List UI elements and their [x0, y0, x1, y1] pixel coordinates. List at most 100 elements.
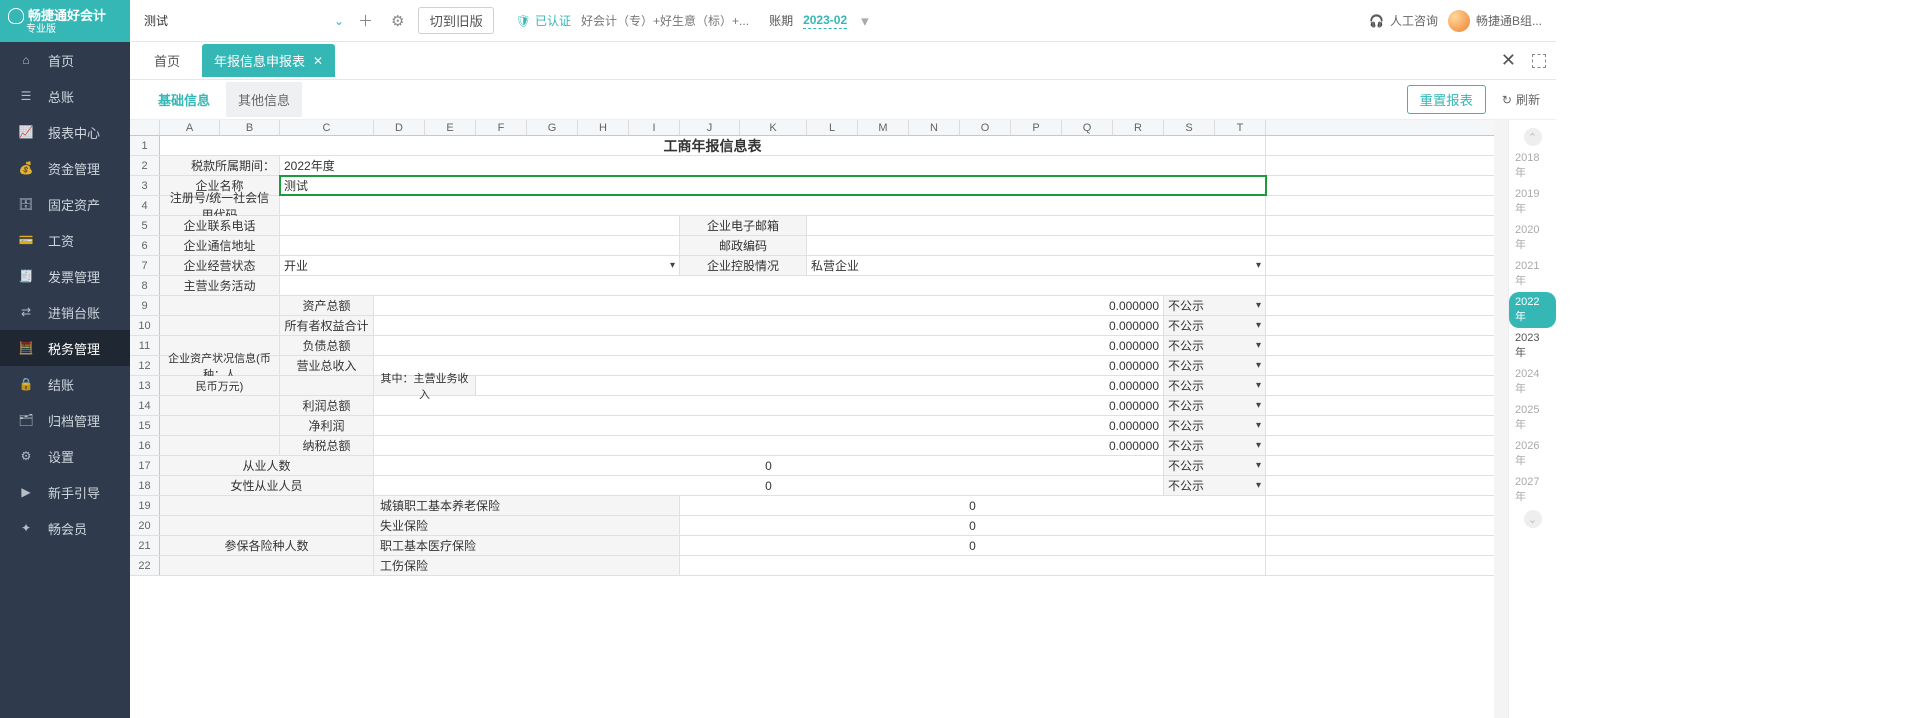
email-label: 企业电子邮箱: [680, 216, 807, 235]
period-dropdown-icon[interactable]: ▾: [857, 8, 873, 34]
metric-value-input[interactable]: 0.000000: [374, 416, 1164, 435]
reg-no-input[interactable]: [280, 196, 1266, 215]
publicity-select[interactable]: 不公示: [1164, 356, 1266, 375]
org-selector[interactable]: 测试 ⌄: [144, 12, 344, 29]
year-up-icon[interactable]: ⌃: [1524, 128, 1542, 146]
row-number: 9: [130, 296, 160, 315]
metric-value-input[interactable]: 0.000000: [374, 436, 1164, 455]
metric-label: 净利润: [280, 416, 374, 435]
insurance-label: 工伤保险: [374, 556, 680, 575]
publicity-select[interactable]: 不公示: [1164, 296, 1266, 315]
publicity-select[interactable]: 不公示: [1164, 376, 1266, 395]
year-chip[interactable]: 2022年: [1509, 292, 1556, 328]
op-status-label: 企业经营状态: [160, 256, 280, 275]
period-value[interactable]: 2023-02: [803, 13, 847, 29]
sidebar-item-inout[interactable]: ⇄进销台账: [0, 294, 130, 330]
insurance-group-label: [160, 556, 374, 575]
publicity-select[interactable]: 不公示: [1164, 476, 1266, 495]
close-tab-icon[interactable]: ✕: [313, 54, 323, 68]
sidebar-item-invoice[interactable]: 🧾发票管理: [0, 258, 130, 294]
asset-group-label: [160, 416, 280, 435]
insurance-value-input[interactable]: 0: [680, 516, 1266, 535]
sidebar-item-archive[interactable]: 🗂归档管理: [0, 402, 130, 438]
holding-select[interactable]: 私营企业: [807, 256, 1266, 275]
row-number: 15: [130, 416, 160, 435]
year-chip[interactable]: 2023年: [1509, 328, 1556, 364]
sidebar-item-label: 进销台账: [48, 303, 100, 322]
insurance-group-label: [160, 496, 374, 515]
tab-home[interactable]: 首页: [142, 44, 192, 77]
sidebar-item-salary[interactable]: 💳工资: [0, 222, 130, 258]
metric-value-input[interactable]: 0.000000: [374, 296, 1164, 315]
sidebar-item-fund[interactable]: 💰资金管理: [0, 150, 130, 186]
sidebar-item-label: 归档管理: [48, 411, 100, 430]
insurance-value-input[interactable]: 0: [680, 536, 1266, 555]
sidebar-item-guide[interactable]: ▶新手引导: [0, 474, 130, 510]
subtab-basic[interactable]: 基础信息: [146, 82, 222, 117]
metric-value-input[interactable]: 0.000000: [374, 316, 1164, 335]
publicity-select[interactable]: 不公示: [1164, 416, 1266, 435]
asset-group-label: 企业资产状况信息(币种：人: [160, 356, 280, 375]
op-status-select[interactable]: 开业: [280, 256, 680, 275]
row-number: 22: [130, 556, 160, 575]
vertical-scrollbar[interactable]: [1494, 120, 1508, 718]
reset-report-button[interactable]: 重置报表: [1407, 85, 1486, 114]
year-chip[interactable]: 2020年: [1509, 220, 1556, 256]
company-name-input[interactable]: 测试: [280, 176, 1266, 195]
year-chip[interactable]: 2018年: [1509, 148, 1556, 184]
refresh-button[interactable]: ↻ 刷新: [1502, 91, 1540, 108]
publicity-select[interactable]: 不公示: [1164, 436, 1266, 455]
year-chip[interactable]: 2026年: [1509, 436, 1556, 472]
employee-input[interactable]: 0: [374, 456, 1164, 475]
metric-value-input[interactable]: 0.000000: [374, 356, 1164, 375]
metric-value-input[interactable]: 0.000000: [374, 336, 1164, 355]
publicity-select[interactable]: 不公示: [1164, 456, 1266, 475]
publicity-select[interactable]: 不公示: [1164, 316, 1266, 335]
publicity-select[interactable]: 不公示: [1164, 336, 1266, 355]
year-chip[interactable]: 2027年: [1509, 472, 1556, 508]
address-input[interactable]: [280, 236, 680, 255]
insurance-value-input[interactable]: 0: [680, 496, 1266, 515]
year-chip[interactable]: 2019年: [1509, 184, 1556, 220]
sidebar-item-home[interactable]: ⌂首页: [0, 42, 130, 78]
sidebar-item-close[interactable]: 🔒结账: [0, 366, 130, 402]
metric-value-input[interactable]: 0.000000: [374, 396, 1164, 415]
add-org-icon[interactable]: ＋: [354, 6, 377, 35]
sidebar-item-tax[interactable]: 🧮税务管理: [0, 330, 130, 366]
sidebar-item-ledger[interactable]: ☰总账: [0, 78, 130, 114]
sidebar-item-member[interactable]: ✦畅会员: [0, 510, 130, 546]
report-title: 工商年报信息表: [160, 136, 1266, 155]
subtab-other[interactable]: 其他信息: [226, 82, 302, 117]
verified-badge[interactable]: 🛡 已认证: [516, 12, 571, 29]
close-page-icon[interactable]: ✕: [1495, 48, 1522, 73]
sub-income-input[interactable]: 0.000000: [476, 376, 1164, 395]
year-chip[interactable]: 2021年: [1509, 256, 1556, 292]
female-label: 女性从业人员: [160, 476, 374, 495]
sidebar-item-asset[interactable]: 🗄固定资产: [0, 186, 130, 222]
female-input[interactable]: 0: [374, 476, 1164, 495]
user-menu[interactable]: 畅捷通B组...: [1448, 10, 1542, 32]
phone-input[interactable]: [280, 216, 680, 235]
year-chip[interactable]: 2025年: [1509, 400, 1556, 436]
brand-logo: 畅捷通好会计 专业版: [0, 0, 130, 42]
switch-old-button[interactable]: 切到旧版: [418, 7, 493, 34]
metric-label: 利润总额: [280, 396, 374, 415]
brand-edition: 专业版: [26, 24, 122, 35]
tab-annual-report[interactable]: 年报信息申报表 ✕: [202, 44, 335, 77]
publicity-select[interactable]: 不公示: [1164, 396, 1266, 415]
year-chip[interactable]: 2024年: [1509, 364, 1556, 400]
year-down-icon[interactable]: ⌄: [1524, 510, 1542, 528]
spreadsheet[interactable]: A B C D E F G H I J K L M N O: [130, 120, 1494, 718]
sidebar-item-report[interactable]: 📈报表中心: [0, 114, 130, 150]
main-biz-input[interactable]: [280, 276, 1266, 295]
report-icon: 📈: [18, 124, 34, 140]
email-input[interactable]: [807, 216, 1266, 235]
insurance-value-input[interactable]: [680, 556, 1266, 575]
sidebar-item-settings[interactable]: ⚙设置: [0, 438, 130, 474]
support-link[interactable]: 🎧 人工咨询: [1369, 12, 1438, 29]
postcode-input[interactable]: [807, 236, 1266, 255]
expand-icon[interactable]: [1532, 54, 1546, 68]
tax-icon: 🧮: [18, 340, 34, 356]
settings-icon[interactable]: ⚙: [387, 8, 408, 34]
row-number: 5: [130, 216, 160, 235]
